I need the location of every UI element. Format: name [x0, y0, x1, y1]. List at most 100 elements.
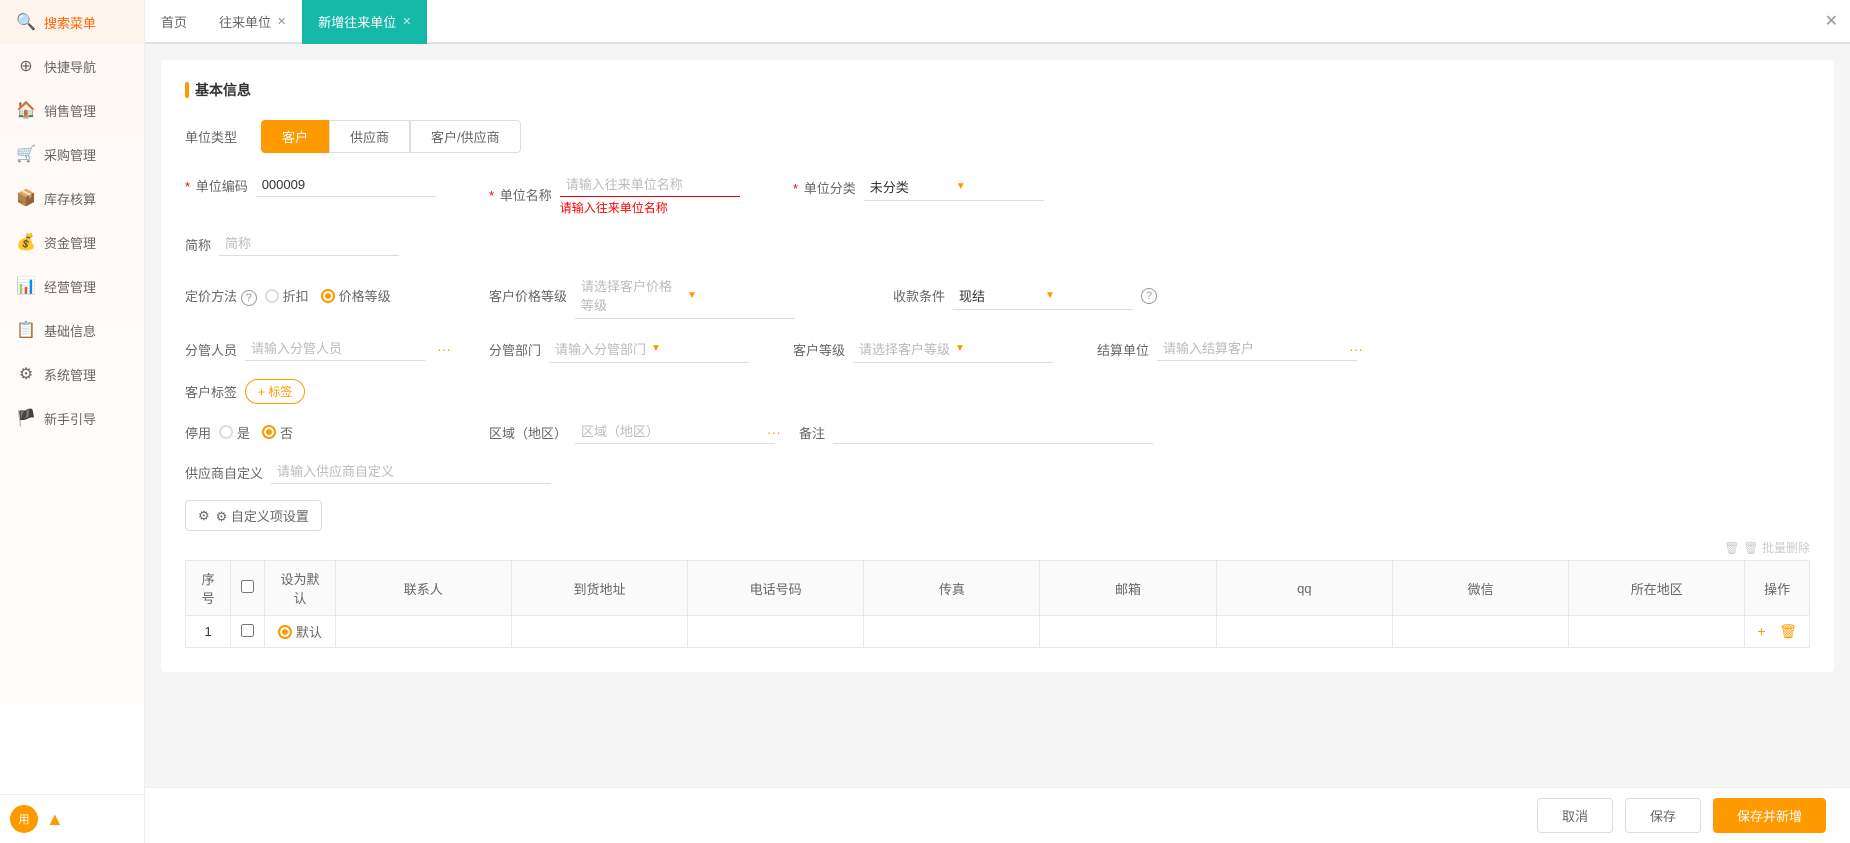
unit-code-input[interactable] — [256, 173, 436, 197]
cell-check — [231, 616, 265, 648]
col-check — [231, 561, 265, 616]
form-content: 基本信息 单位类型 客户 供应商 客户/供应商 * 单位编码 — [145, 44, 1850, 787]
short-name-input[interactable] — [219, 232, 399, 256]
unit-name-label: * 单位名称 — [489, 185, 552, 204]
cancel-button[interactable]: 取消 — [1537, 798, 1613, 833]
add-row-button[interactable]: + — [1755, 621, 1767, 641]
sidebar-item-label: 新手引导 — [44, 409, 96, 428]
settlement-unit-input[interactable] — [1157, 337, 1345, 360]
region-dots-button[interactable]: ··· — [763, 424, 785, 440]
custom-settings-button[interactable]: ⚙ ⚙ 自定义项设置 — [185, 500, 322, 531]
default-radio[interactable]: 默认 — [275, 622, 324, 641]
supplier-custom-input[interactable] — [271, 460, 551, 484]
unit-type-label: 单位类型 — [185, 127, 237, 146]
unit-category-select[interactable]: 未分类 ▼ — [864, 173, 1044, 201]
sidebar-item-label: 采购管理 — [44, 145, 96, 164]
type-buttons: 客户 供应商 客户/供应商 — [261, 120, 521, 153]
radio-price-level[interactable]: 价格等级 — [321, 286, 391, 305]
sidebar-item-basic[interactable]: 📋 基础信息 — [0, 308, 144, 352]
row-manager: 分管人员 ··· 分管部门 请输入分管部门 ▼ 客户等级 — [185, 335, 1810, 363]
sidebar-item-sales[interactable]: 🏠 销售管理 — [0, 88, 144, 132]
qq-input[interactable] — [1227, 624, 1382, 639]
radio-disabled-no[interactable]: 否 — [262, 423, 293, 442]
field-customer-tags: 客户标签 + 标签 — [185, 379, 465, 404]
radio-yes-label: 是 — [237, 423, 250, 442]
department-select[interactable]: 请输入分管部门 ▼ — [549, 335, 749, 363]
customer-tags-label: 客户标签 — [185, 382, 237, 401]
location-input[interactable] — [1579, 624, 1734, 639]
sidebar-item-inventory[interactable]: 📦 库存核算 — [0, 176, 144, 220]
form-card: 基本信息 单位类型 客户 供应商 客户/供应商 * 单位编码 — [161, 60, 1834, 672]
row-pricing: 定价方法 ? 折扣 价格等级 — [185, 272, 1810, 319]
sidebar-item-label: 基础信息 — [44, 321, 96, 340]
pricing-help-icon[interactable]: ? — [241, 290, 257, 306]
phone-input[interactable] — [698, 624, 853, 639]
save-new-button[interactable]: 保存并新增 — [1713, 798, 1826, 833]
email-input[interactable] — [1050, 624, 1205, 639]
field-supplier-custom: 供应商自定义 — [185, 460, 551, 484]
sidebar-item-label: 系统管理 — [44, 365, 96, 384]
col-action: 操作 — [1745, 561, 1810, 616]
col-seq: 序号 — [186, 561, 231, 616]
payment-help-icon[interactable]: ? — [1141, 288, 1157, 304]
tab-partner[interactable]: 往来单位 ✕ — [203, 0, 302, 44]
inventory-icon: 📦 — [16, 188, 36, 208]
type-btn-customer[interactable]: 客户 — [261, 120, 329, 153]
radio-no-circle — [262, 425, 276, 439]
sidebar-item-system[interactable]: ⚙ 系统管理 — [0, 352, 144, 396]
chevron-down-icon: ▼ — [955, 343, 1047, 354]
sidebar-expand-icon[interactable]: ▲ — [46, 809, 64, 830]
row-shortname: 简称 — [185, 232, 1810, 256]
field-manager: 分管人员 ··· — [185, 337, 465, 361]
customer-price-level-select[interactable]: 请选择客户价格等级 ▼ — [575, 272, 795, 319]
cell-actions: + 🗑 — [1745, 616, 1810, 648]
wechat-input[interactable] — [1403, 624, 1558, 639]
field-department: 分管部门 请输入分管部门 ▼ — [489, 335, 769, 363]
sidebar-item-finance[interactable]: 💰 资金管理 — [0, 220, 144, 264]
manager-dots-button[interactable]: ··· — [433, 341, 455, 357]
row-checkbox[interactable] — [241, 624, 254, 637]
radio-no-label: 否 — [280, 423, 293, 442]
region-input[interactable] — [575, 420, 763, 443]
sidebar-item-purchase[interactable]: 🛒 采购管理 — [0, 132, 144, 176]
col-email: 邮箱 — [1040, 561, 1216, 616]
field-settlement-unit: 结算单位 ··· — [1097, 337, 1377, 361]
tab-partner-close[interactable]: ✕ — [277, 15, 286, 28]
manager-input[interactable] — [245, 337, 433, 360]
batch-delete-button[interactable]: 🗑 🗑 批量删除 — [1724, 539, 1810, 556]
unit-type-row: 单位类型 客户 供应商 客户/供应商 — [185, 120, 1810, 153]
delete-row-button[interactable]: 🗑 — [1777, 621, 1799, 641]
contact-input[interactable] — [346, 624, 501, 639]
unit-name-input[interactable] — [560, 173, 740, 197]
field-pricing-method: 定价方法 ? 折扣 价格等级 — [185, 286, 465, 306]
select-all-checkbox[interactable] — [241, 580, 254, 593]
type-btn-both[interactable]: 客户/供应商 — [410, 120, 521, 153]
close-all-button[interactable]: ✕ — [1813, 0, 1850, 42]
supplier-custom-label: 供应商自定义 — [185, 463, 263, 482]
tab-new-partner-close[interactable]: ✕ — [402, 15, 411, 28]
sidebar-item-search[interactable]: 🔍 搜索菜单 — [0, 0, 144, 44]
settlement-unit-dots-button[interactable]: ··· — [1345, 341, 1367, 357]
type-btn-supplier[interactable]: 供应商 — [329, 120, 410, 153]
radio-discount[interactable]: 折扣 — [265, 286, 309, 305]
col-fax: 传真 — [864, 561, 1040, 616]
sidebar-item-quicknav[interactable]: ⊕ 快捷导航 — [0, 44, 144, 88]
add-tag-button[interactable]: + 标签 — [245, 379, 305, 404]
fax-input[interactable] — [874, 624, 1029, 639]
cell-contact — [335, 616, 511, 648]
radio-disabled-yes[interactable]: 是 — [219, 423, 250, 442]
customer-level-select[interactable]: 请选择客户等级 ▼ — [853, 335, 1053, 363]
manager-input-wrapper: ··· — [245, 337, 425, 361]
radio-discount-label: 折扣 — [283, 286, 309, 305]
sidebar-item-guide[interactable]: 🏴 新手引导 — [0, 396, 144, 440]
address-input[interactable] — [522, 624, 677, 639]
contacts-table: 序号 设为默认 联系人 到货地址 电话号码 传真 邮箱 qq 微信 所在地区 — [185, 560, 1810, 648]
remarks-input[interactable] — [833, 420, 1153, 444]
save-button[interactable]: 保存 — [1625, 798, 1701, 833]
table-row: 1 默认 — [186, 616, 1810, 648]
tab-new-partner[interactable]: 新增往来单位 ✕ — [302, 0, 427, 44]
tab-home[interactable]: 首页 — [145, 0, 203, 44]
row-tags: 客户标签 + 标签 — [185, 379, 1810, 404]
sidebar-item-operations[interactable]: 📊 经营管理 — [0, 264, 144, 308]
payment-terms-select[interactable]: 现结 ▼ — [953, 282, 1133, 310]
